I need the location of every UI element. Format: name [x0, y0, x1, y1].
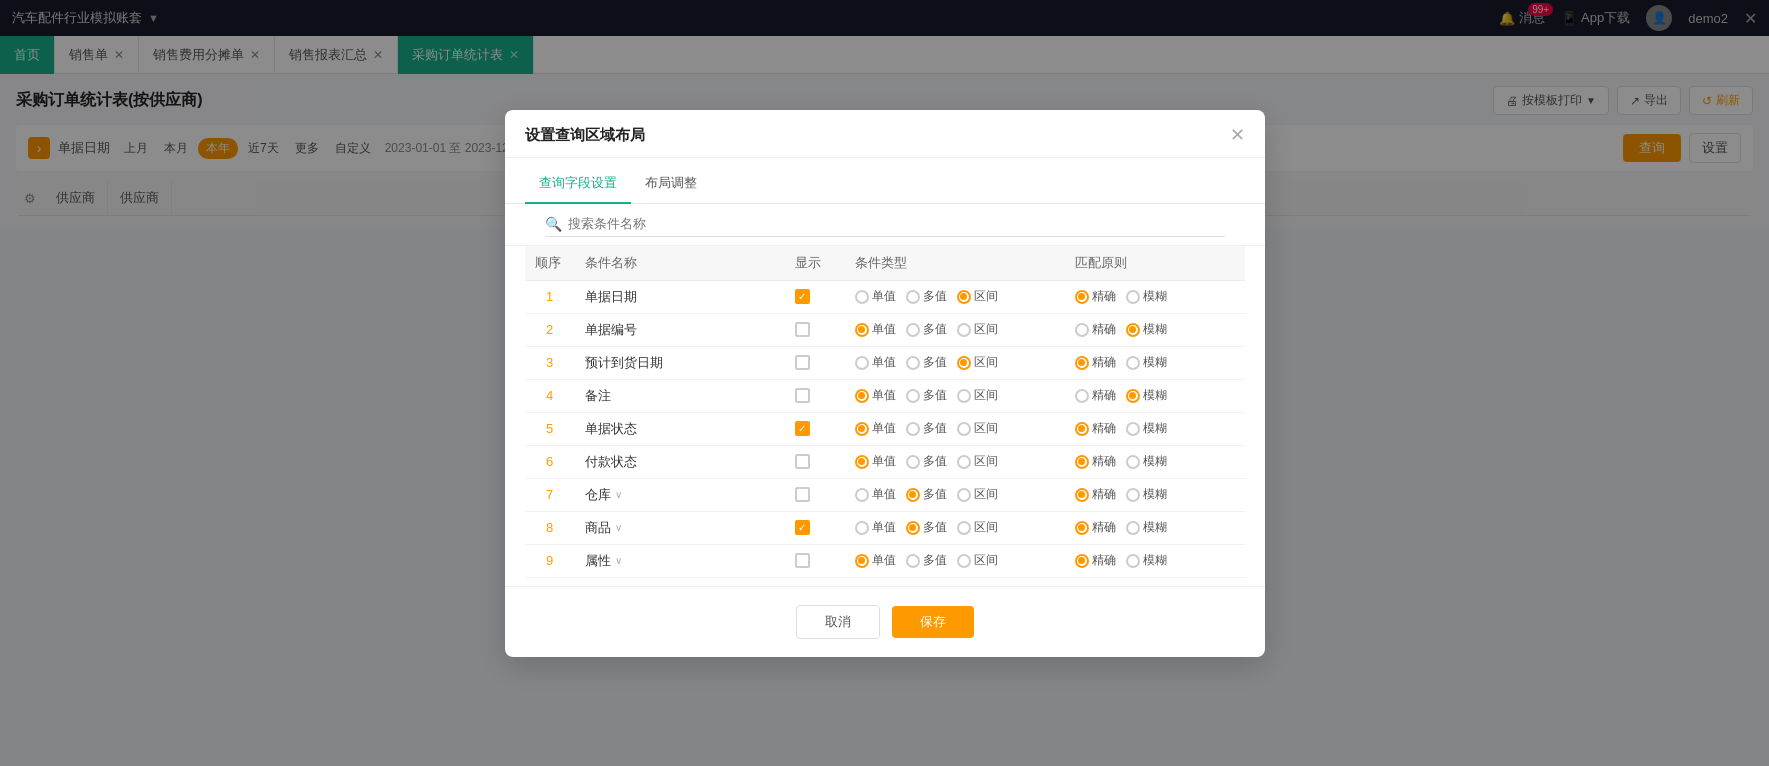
dialog: 设置查询区域布局 ✕ 查询字段设置 布局调整 🔍 顺序 — [505, 110, 1265, 229]
modal-overlay: 设置查询区域布局 ✕ 查询字段设置 布局调整 🔍 顺序 — [0, 0, 1769, 228]
dialog-title: 设置查询区域布局 — [525, 126, 645, 145]
tab-layout-label: 布局调整 — [645, 175, 697, 190]
tab-fields-label: 查询字段设置 — [539, 175, 617, 190]
dialog-tabs: 查询字段设置 布局调整 — [505, 158, 1265, 204]
search-icon: 🔍 — [545, 216, 562, 229]
search-input[interactable] — [568, 216, 1225, 228]
dialog-close-button[interactable]: ✕ — [1230, 126, 1245, 144]
dialog-search-box: 🔍 — [545, 216, 1225, 229]
tab-layout[interactable]: 布局调整 — [631, 168, 711, 204]
tab-fields[interactable]: 查询字段设置 — [525, 168, 631, 204]
dialog-header: 设置查询区域布局 ✕ — [505, 110, 1265, 158]
dialog-search-area: 🔍 — [505, 204, 1265, 229]
